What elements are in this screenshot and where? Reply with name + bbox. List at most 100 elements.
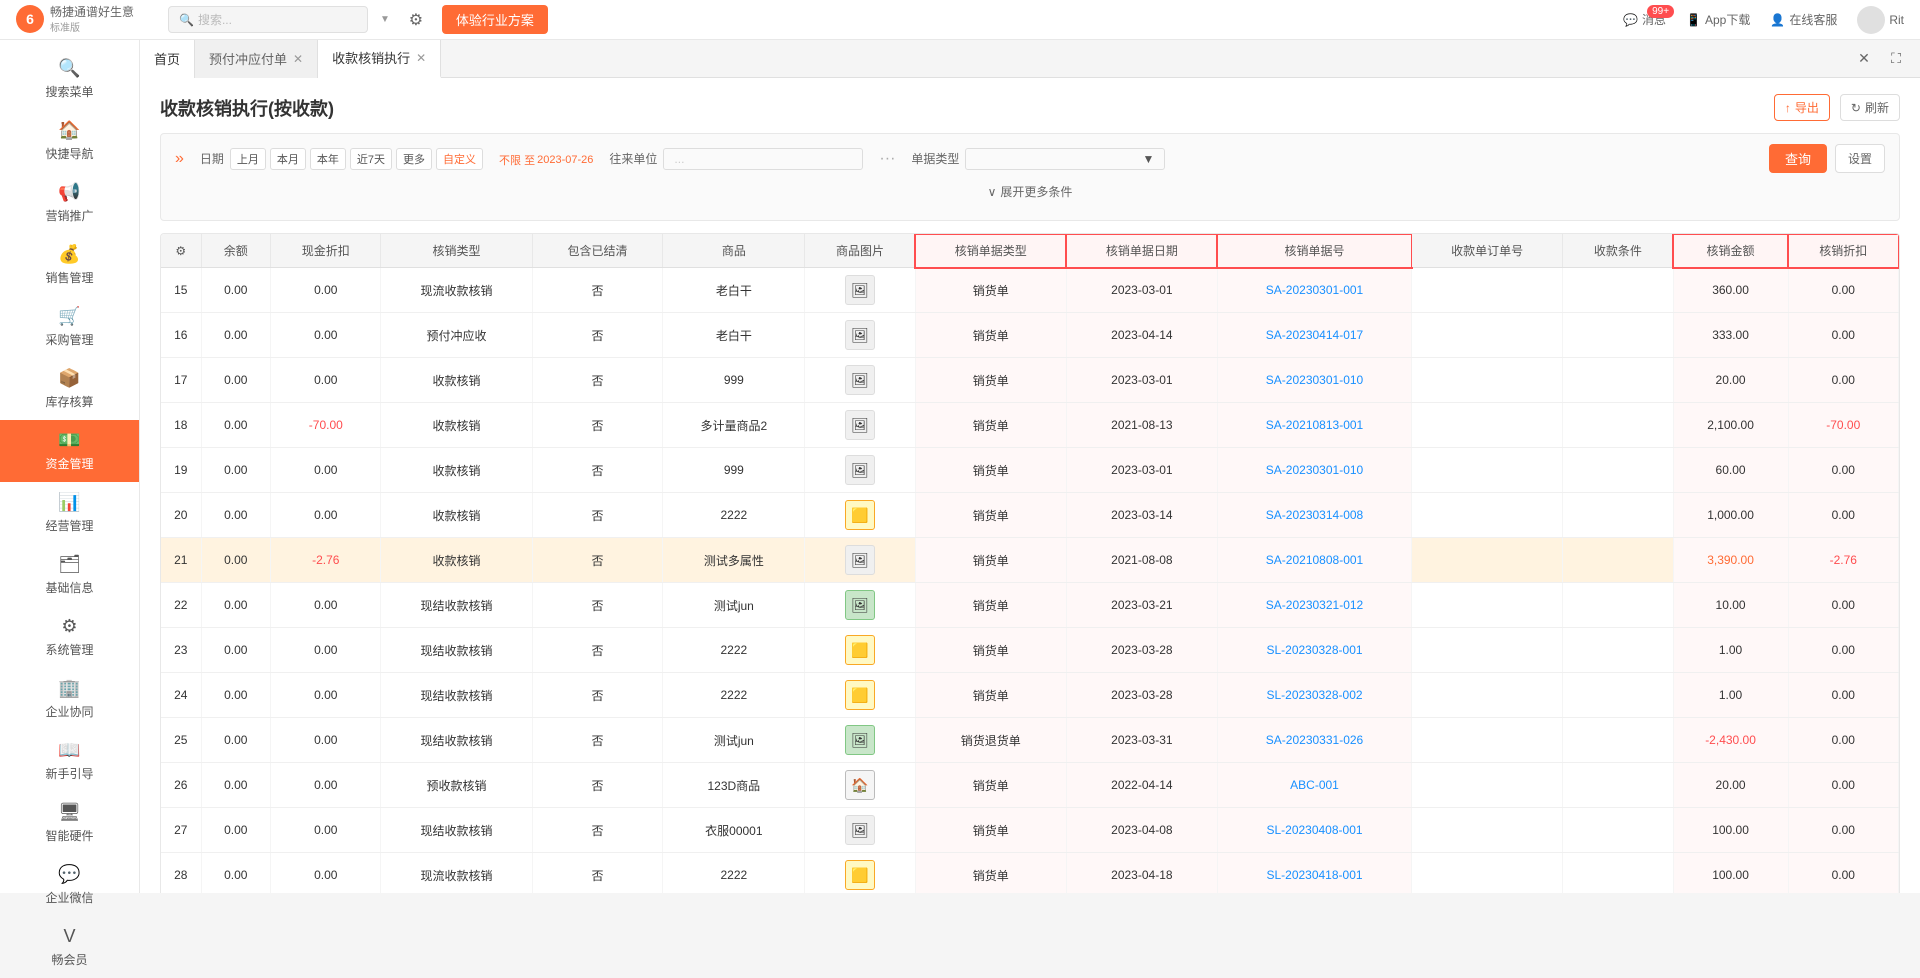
cell-balance: 0.00 [201, 673, 271, 718]
cell-include-cleared: 否 [532, 448, 663, 493]
cell-cancel-bill-no[interactable]: ABC-001 [1217, 763, 1411, 808]
search-dropdown-arrow[interactable]: ▼ [380, 14, 390, 25]
sidebar-item-hardware[interactable]: 🖥 智能硬件 [0, 792, 139, 854]
cell-cancel-bill-no[interactable]: SA-20230301-010 [1217, 448, 1411, 493]
user-area[interactable]: Rit [1857, 6, 1904, 34]
partner-input[interactable]: ... [663, 148, 863, 170]
col-settings[interactable]: ⚙ [161, 234, 201, 268]
date-filter: 日期 上月 本月 本年 近7天 更多 自定义 [200, 148, 483, 170]
tab-collection-close[interactable]: ✕ [416, 51, 426, 65]
expand-more-btn[interactable]: ∨ 展开更多条件 [988, 183, 1073, 200]
sidebar-item-purchase[interactable]: 🛒 采购管理 [0, 296, 139, 358]
cancel-bill-no-link[interactable]: SA-20230331-026 [1266, 733, 1363, 747]
date-btn-this-year[interactable]: 本年 [310, 148, 346, 170]
date-btn-this-month[interactable]: 本月 [270, 148, 306, 170]
tab-collection[interactable]: 收款核销执行 ✕ [318, 40, 441, 78]
sidebar-item-enterprise[interactable]: 🏢 企业协同 [0, 668, 139, 730]
sidebar-item-system[interactable]: ⚙ 系统管理 [0, 606, 139, 668]
cell-cancel-bill-date: 2023-03-28 [1066, 673, 1217, 718]
tab-prepay-close[interactable]: ✕ [293, 52, 303, 66]
app-download-btn[interactable]: 📱 App下载 [1686, 11, 1750, 28]
cell-cancel-bill-no[interactable]: SA-20230314-008 [1217, 493, 1411, 538]
cancel-bill-no-link[interactable]: SA-20210808-001 [1266, 553, 1363, 567]
date-btn-more[interactable]: 更多 [396, 148, 432, 170]
goods-thumb: 🖼 [845, 455, 875, 485]
industry-btn[interactable]: 体验行业方案 [442, 5, 548, 34]
bill-type-filter: 单据类型 ▼ [911, 148, 1165, 170]
sidebar-item-vip[interactable]: V 畅会员 [0, 916, 139, 978]
tab-home[interactable]: 首页 [140, 40, 195, 78]
refresh-btn[interactable]: ↻ 刷新 [1840, 94, 1900, 121]
header-actions: ↑ 导出 ↻ 刷新 [1774, 94, 1900, 121]
cancel-bill-no-link[interactable]: SL-20230408-001 [1266, 823, 1362, 837]
cell-cancel-bill-no[interactable]: SA-20230301-001 [1217, 268, 1411, 313]
query-btn[interactable]: 查询 [1769, 144, 1827, 173]
cancel-bill-no-link[interactable]: SA-20230301-001 [1266, 283, 1363, 297]
cancel-bill-no-link[interactable]: SA-20230301-010 [1266, 463, 1363, 477]
sidebar-item-marketing[interactable]: 📢 营销推广 [0, 172, 139, 234]
cell-cancel-bill-no[interactable]: SL-20230408-001 [1217, 808, 1411, 853]
date-btn-7days[interactable]: 近7天 [350, 148, 392, 170]
export-icon: ↑ [1785, 101, 1791, 115]
sidebar-item-wechat[interactable]: 💬 企业微信 [0, 854, 139, 916]
cell-cancel-bill-date: 2021-08-13 [1066, 403, 1217, 448]
expand-tab-btn[interactable]: ⛶ [1884, 47, 1908, 71]
cell-cancel-bill-no[interactable]: SA-20210808-001 [1217, 538, 1411, 583]
sidebar-item-guide[interactable]: 📖 新手引导 [0, 730, 139, 792]
cell-receipt-condition [1563, 628, 1673, 673]
cell-cancel-bill-no[interactable]: SL-20230418-001 [1217, 853, 1411, 894]
bill-type-select[interactable]: ▼ [965, 148, 1165, 170]
inventory-icon: 📦 [58, 368, 80, 389]
cell-cancel-bill-type: 销货单 [915, 313, 1066, 358]
cell-cancel-amount: 360.00 [1673, 268, 1788, 313]
cell-cancel-bill-no[interactable]: SL-20230328-002 [1217, 673, 1411, 718]
table-container: ⚙ 余额 现金折扣 核销类型 包含已结清 商品 商品图片 核销单据类型 核销单据… [160, 233, 1900, 893]
cell-cancel-bill-no[interactable]: SL-20230328-001 [1217, 628, 1411, 673]
cancel-bill-no-link[interactable]: SA-20210813-001 [1266, 418, 1363, 432]
cell-cancel-bill-no[interactable]: SA-20230321-012 [1217, 583, 1411, 628]
cancel-bill-no-link[interactable]: SA-20230301-010 [1266, 373, 1363, 387]
settings-icon[interactable]: ⚙ [402, 6, 430, 34]
cell-cancel-bill-date: 2023-03-31 [1066, 718, 1217, 763]
sidebar-item-search-menu[interactable]: 🔍 搜索菜单 [0, 48, 139, 110]
date-btn-last-month[interactable]: 上月 [230, 148, 266, 170]
cell-cancel-bill-no[interactable]: SA-20210813-001 [1217, 403, 1411, 448]
cell-cancel-type: 收款核销 [381, 448, 532, 493]
table-body: 15 0.00 0.00 现流收款核销 否 老白干 🖼 销货单 2023-03-… [161, 268, 1899, 894]
cell-cancel-bill-no[interactable]: SA-20230301-010 [1217, 358, 1411, 403]
cell-goods-image: 🖼 [805, 718, 915, 763]
cell-goods: 123D商品 [663, 763, 805, 808]
cell-cancel-bill-no[interactable]: SA-20230331-026 [1217, 718, 1411, 763]
cell-cancel-bill-no[interactable]: SA-20230414-017 [1217, 313, 1411, 358]
sidebar-item-basic-info[interactable]: 🗂 基础信息 [0, 544, 139, 606]
settings-filter-btn[interactable]: 设置 [1835, 144, 1885, 173]
cell-receipt-condition [1563, 583, 1673, 628]
cell-no: 28 [161, 853, 201, 894]
sidebar-item-management[interactable]: 📊 经营管理 [0, 482, 139, 544]
goods-thumb: 🖼 [845, 590, 875, 620]
cell-cancel-bill-date: 2023-04-14 [1066, 313, 1217, 358]
date-btn-custom[interactable]: 自定义 [436, 148, 483, 170]
close-tab-btn[interactable]: ✕ [1852, 47, 1876, 71]
cancel-bill-no-link[interactable]: SA-20230321-012 [1266, 598, 1363, 612]
cell-include-cleared: 否 [532, 358, 663, 403]
tab-prepay[interactable]: 预付冲应付单 ✕ [195, 40, 318, 78]
cell-goods: 测试jun [663, 583, 805, 628]
cell-cancel-discount: 0.00 [1788, 583, 1898, 628]
cell-include-cleared: 否 [532, 313, 663, 358]
messages-btn[interactable]: 💬 消息 99+ [1623, 11, 1666, 28]
sidebar-item-inventory[interactable]: 📦 库存核算 [0, 358, 139, 420]
export-btn[interactable]: ↑ 导出 [1774, 94, 1830, 121]
cancel-bill-no-link[interactable]: ABC-001 [1290, 778, 1339, 792]
cancel-bill-no-link[interactable]: SL-20230418-001 [1266, 868, 1362, 882]
cancel-bill-no-link[interactable]: SA-20230414-017 [1266, 328, 1363, 342]
cancel-bill-no-link[interactable]: SL-20230328-001 [1266, 643, 1362, 657]
sidebar-item-finance[interactable]: 💵 资金管理 [0, 420, 139, 482]
filter-collapse-btn[interactable]: » [175, 150, 184, 168]
cancel-bill-no-link[interactable]: SL-20230328-002 [1266, 688, 1362, 702]
sidebar-item-sales[interactable]: 💰 销售管理 [0, 234, 139, 296]
sidebar-item-quick-nav[interactable]: 🏠 快捷导航 [0, 110, 139, 172]
cancel-bill-no-link[interactable]: SA-20230314-008 [1266, 508, 1363, 522]
search-box[interactable]: 🔍 搜索... [168, 6, 368, 33]
online-service-btn[interactable]: 👤 在线客服 [1770, 11, 1837, 28]
